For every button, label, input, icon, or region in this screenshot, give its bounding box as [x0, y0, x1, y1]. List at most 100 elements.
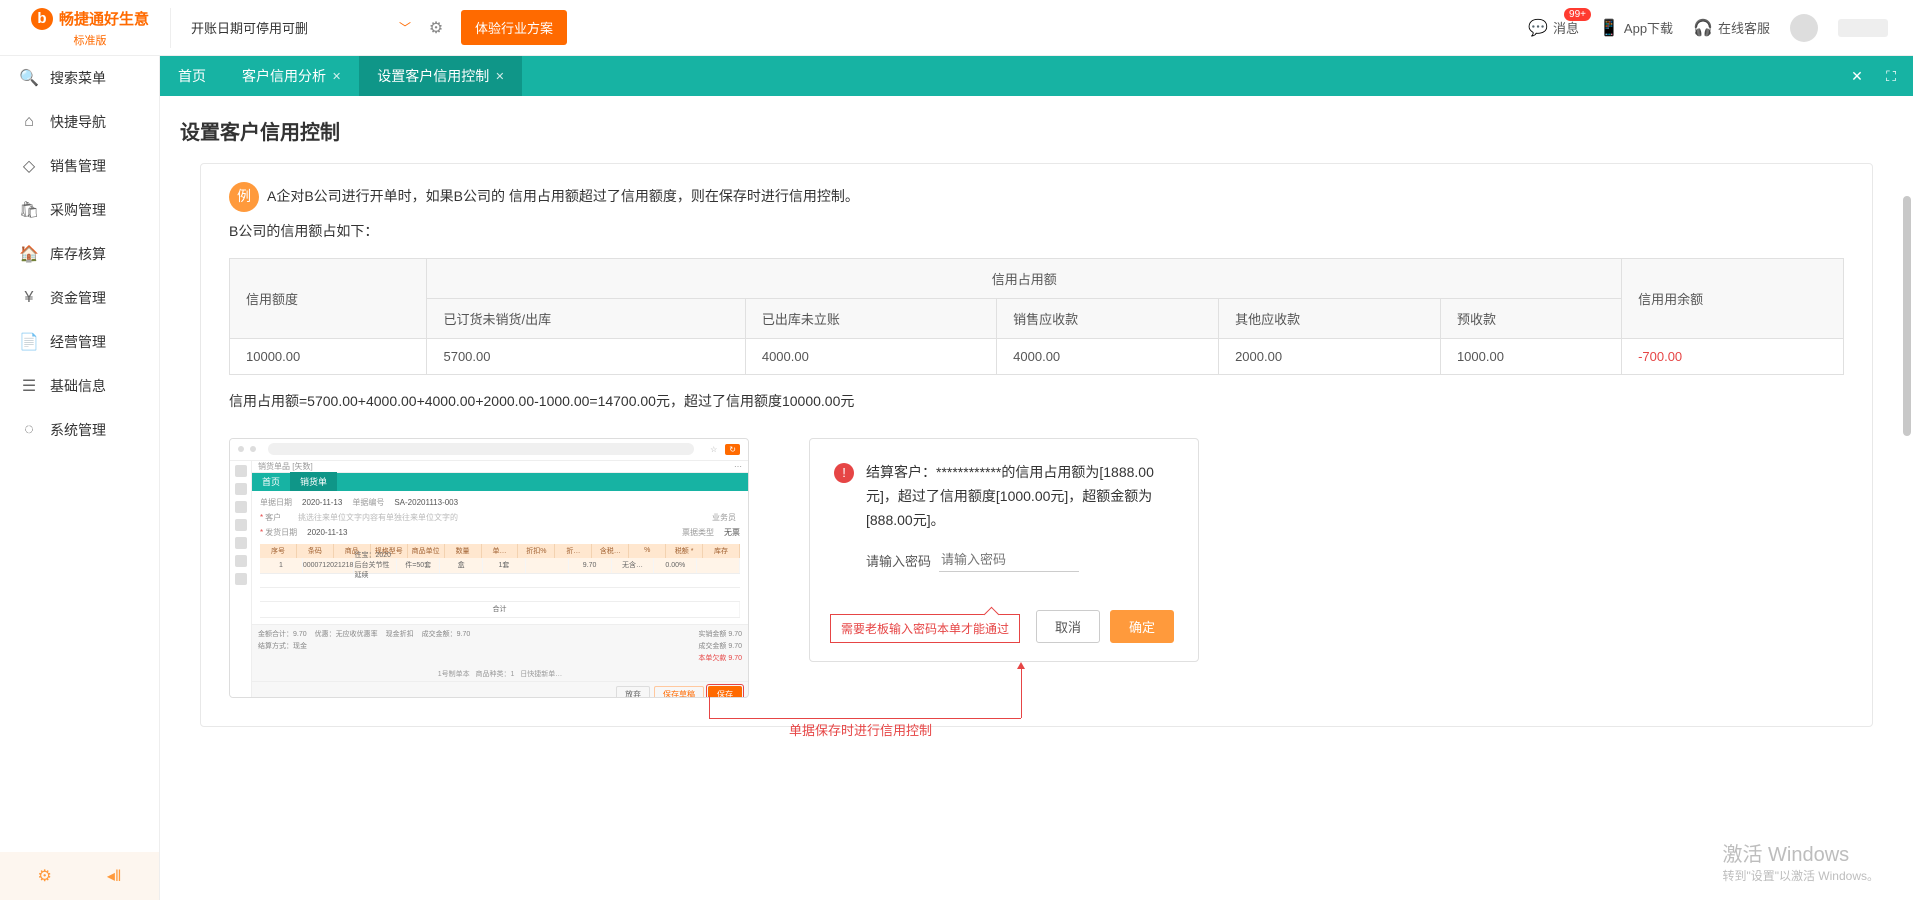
fullscreen-button[interactable]: ⛶ — [1877, 62, 1905, 90]
messages-badge: 99+ — [1564, 8, 1591, 21]
watermark-title: 激活 Windows — [1722, 838, 1879, 867]
sidebar-label: 快捷导航 — [50, 112, 106, 132]
online-service-button[interactable]: 🎧 在线客服 — [1693, 18, 1770, 38]
cancel-button[interactable]: 取消 — [1036, 610, 1100, 643]
url-bar-placeholder — [268, 443, 694, 455]
connector-line — [1021, 668, 1022, 718]
close-icon[interactable]: ✕ — [495, 70, 504, 83]
scrollbar[interactable] — [1903, 196, 1911, 436]
brand-edition: 标准版 — [74, 32, 107, 48]
list-icon: ☰ — [20, 377, 38, 395]
mini-tab-home: 首页 — [252, 472, 290, 491]
th-limit: 信用额度 — [230, 258, 427, 338]
tab-analysis[interactable]: 客户信用分析 ✕ — [224, 56, 359, 96]
avatar[interactable] — [1790, 14, 1818, 42]
tab-home[interactable]: 首页 — [160, 56, 224, 96]
collapse-icon[interactable]: ◂‖ — [107, 866, 122, 886]
dialog-message: 结算客户：************的信用占用额为[1888.00元]，超过了信用… — [866, 461, 1174, 532]
money-icon: ¥ — [20, 289, 38, 307]
main: 首页 客户信用分析 ✕ 设置客户信用控制 ✕ ✕ ⛶ 设置客户信用控制 例 A企对B… — [160, 56, 1913, 900]
watermark-sub: 转到"设置"以激活 Windows。 — [1722, 867, 1879, 884]
sidebar-item-purchase[interactable]: 🛍 采购管理 — [0, 188, 159, 232]
close-icon[interactable]: ✕ — [332, 70, 341, 83]
credit-table: 信用额度 信用占用额 信用用余额 已订货未销货/出库 已出库未立账 销售应收款 … — [229, 258, 1844, 375]
sidebar-label: 销售管理 — [50, 156, 106, 176]
th-sub3: 销售应收款 — [997, 298, 1219, 338]
gear-icon[interactable]: ⚙ — [421, 18, 451, 38]
search-icon: 🔍 — [20, 69, 38, 87]
sidebar-item-sales[interactable]: ◇ 销售管理 — [0, 144, 159, 188]
brand-name: 畅捷通好生意 — [59, 8, 149, 29]
warehouse-icon: 🏠 — [20, 245, 38, 263]
mini-sidebar — [230, 461, 252, 697]
cell-c2: 4000.00 — [745, 338, 996, 374]
mini-title: 销货单品 [矢数] — [258, 461, 313, 472]
home-icon: ⌂ — [20, 113, 38, 131]
sidebar-label: 经营管理 — [50, 332, 106, 352]
logo-icon: b — [31, 8, 53, 30]
dialog-preview: ! 结算客户：************的信用占用额为[1888.00元]，超过了… — [809, 438, 1199, 662]
th-sub1: 已订货未销货/出库 — [427, 298, 745, 338]
messages-label: 消息 — [1553, 18, 1579, 37]
diagram-row: ☆↻ 销货单品 [矢数]⋯ 首页 销货单 — [229, 438, 1844, 698]
mini-abandon-button: 放弃 — [616, 686, 650, 698]
mini-grid: 序号条码商品规格型号商品单位数量单…折扣%折…含税…%税额 *库存 100007… — [260, 544, 740, 618]
refresh-icon: ↻ — [725, 444, 740, 455]
example-badge-icon: 例 — [229, 182, 259, 212]
sidebar-item-base[interactable]: ☰ 基础信息 — [0, 364, 159, 408]
th-sub4: 其他应收款 — [1219, 298, 1441, 338]
sidebar-item-biz[interactable]: 📄 经营管理 — [0, 320, 159, 364]
report-icon: 📄 — [20, 333, 38, 351]
sidebar-label: 搜索菜单 — [50, 68, 106, 88]
tabbar: 首页 客户信用分析 ✕ 设置客户信用控制 ✕ ✕ ⛶ — [160, 56, 1913, 96]
settings-footer-icon[interactable]: ⚙ — [38, 866, 52, 886]
cell-balance: -700.00 — [1622, 338, 1844, 374]
example-line1: A企对B公司进行开单时，如果B公司的 信用占用额超过了信用额度，则在保存时进行信… — [267, 185, 859, 209]
settings-icon: ◌ — [20, 421, 38, 439]
experience-button[interactable]: 体验行业方案 — [461, 10, 567, 45]
message-icon: 💬 — [1528, 18, 1548, 38]
close-all-tabs-button[interactable]: ✕ — [1843, 62, 1871, 90]
sidebar-label: 库存核算 — [50, 244, 106, 264]
connector-line — [709, 696, 710, 718]
sidebar-item-quicknav[interactable]: ⌂ 快捷导航 — [0, 100, 159, 144]
cell-c3: 4000.00 — [997, 338, 1219, 374]
tab-label: 设置客户信用控制 — [377, 66, 489, 86]
mini-tab-sale: 销货单 — [290, 472, 337, 491]
account-selector-label: 开账日期可停用可删 — [191, 18, 308, 37]
app-download-label: App下载 — [1624, 18, 1673, 37]
help-card: 例 A企对B公司进行开单时，如果B公司的 信用占用额超过了信用额度，则在保存时进… — [200, 163, 1873, 727]
th-sub2: 已出库未立账 — [745, 298, 996, 338]
sidebar-label: 基础信息 — [50, 376, 106, 396]
mini-savedraft-button: 保存草稿 — [654, 686, 704, 698]
tab-setting[interactable]: 设置客户信用控制 ✕ — [359, 56, 522, 96]
sidebar-item-sys[interactable]: ◌ 系统管理 — [0, 408, 159, 452]
th-occupy: 信用占用额 — [427, 258, 1622, 298]
sidebar-label: 资金管理 — [50, 288, 106, 308]
th-sub5: 预收款 — [1440, 298, 1621, 338]
sidebar-footer: ⚙ ◂‖ — [0, 852, 159, 900]
cell-c4: 2000.00 — [1219, 338, 1441, 374]
app-download-button[interactable]: 📱 App下载 — [1599, 18, 1673, 38]
connector-line — [709, 718, 1021, 719]
sidebar: 🔍 搜索菜单 ⌂ 快捷导航 ◇ 销售管理 🛍 采购管理 🏠 库存核算 ¥ 资金管… — [0, 56, 160, 900]
headset-icon: 🎧 — [1693, 18, 1713, 38]
credit-summary: 信用占用额=5700.00+4000.00+4000.00+2000.00-10… — [229, 389, 1844, 414]
windows-watermark: 激活 Windows 转到"设置"以激活 Windows。 — [1722, 838, 1879, 884]
sidebar-item-funds[interactable]: ¥ 资金管理 — [0, 276, 159, 320]
sidebar-item-stock[interactable]: 🏠 库存核算 — [0, 232, 159, 276]
tab-label: 客户信用分析 — [242, 66, 326, 86]
password-input[interactable] — [939, 548, 1079, 572]
topbar: b 畅捷通好生意 标准版 开账日期可停用可删 ﹀ ⚙ 体验行业方案 💬 消息 9… — [0, 0, 1913, 56]
ok-button[interactable]: 确定 — [1110, 610, 1174, 643]
messages-button[interactable]: 💬 消息 99+ — [1528, 18, 1579, 38]
screenshot-preview: ☆↻ 销货单品 [矢数]⋯ 首页 销货单 — [229, 438, 749, 698]
account-selector[interactable]: 开账日期可停用可删 ﹀ — [181, 18, 421, 37]
password-label: 请输入密码 — [866, 551, 931, 570]
divider — [170, 8, 171, 48]
sidebar-item-search[interactable]: 🔍 搜索菜单 — [0, 56, 159, 100]
mini-save-button: 保存 — [708, 686, 742, 698]
th-balance: 信用用余额 — [1622, 258, 1844, 338]
online-service-label: 在线客服 — [1718, 18, 1770, 37]
connector-label: 单据保存时进行信用控制 — [789, 720, 932, 739]
